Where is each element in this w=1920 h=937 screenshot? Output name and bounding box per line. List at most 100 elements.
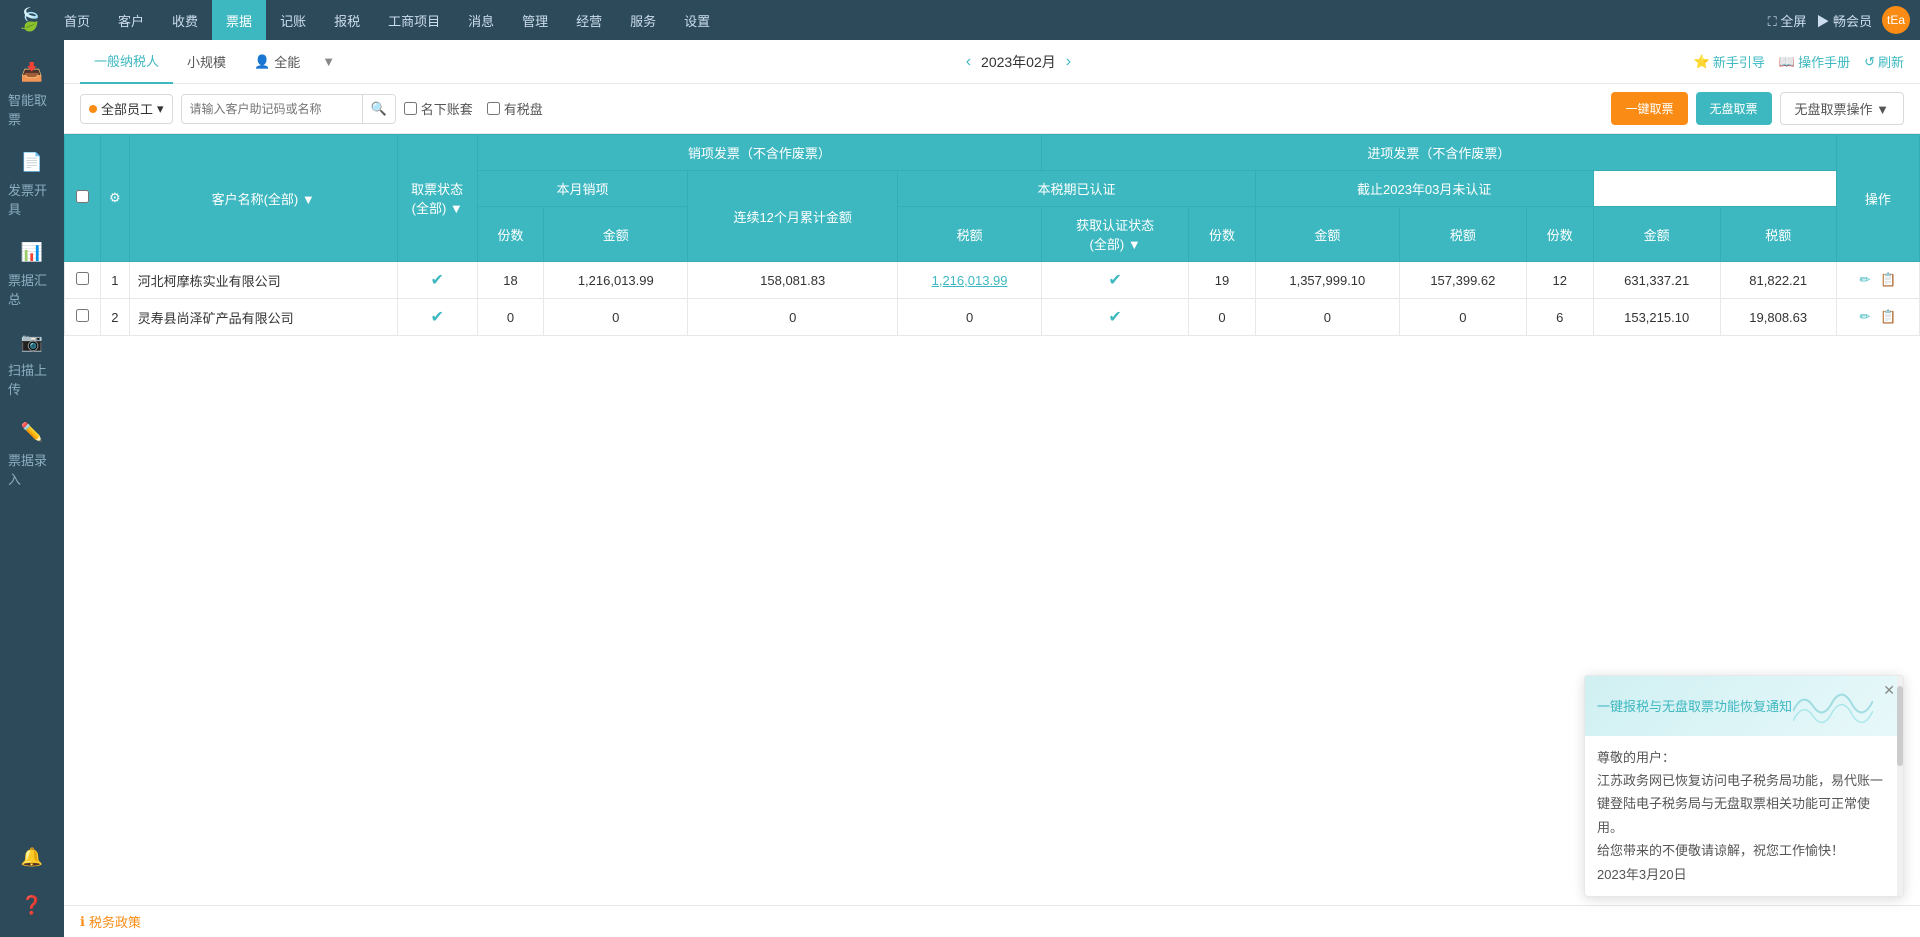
row-sales-count: 0 [477, 299, 544, 336]
employee-label: 全部员工 [101, 99, 153, 118]
sidebar-item-invoice-issue[interactable]: 📄 发票开具 [4, 140, 60, 226]
nav-invoice[interactable]: 票据 [212, 0, 266, 40]
invoice-entry-icon: ✏️ [18, 418, 46, 446]
checkbox-taxpad-input[interactable] [487, 102, 500, 115]
row-uncert-tax: 19,808.63 [1720, 299, 1836, 336]
tab-general-taxpayer[interactable]: 一般纳税人 [80, 40, 173, 84]
notification-header: 一键报税与无盘取票功能恢复通知 ✕ [1585, 676, 1903, 736]
notification-close-btn[interactable]: ✕ [1883, 682, 1895, 699]
fullscreen-btn[interactable]: ⛶ 全屏 [1768, 11, 1807, 30]
manual-btn[interactable]: 📖 操作手册 [1779, 52, 1850, 71]
row-sales-count: 18 [477, 262, 544, 299]
row-checkbox[interactable] [65, 262, 101, 299]
all-tab-icon: 👤 [254, 54, 270, 70]
nav-fee[interactable]: 收费 [158, 0, 212, 40]
nav-client[interactable]: 客户 [104, 0, 158, 40]
sidebar-item-scan-upload[interactable]: 📷 扫描上传 [4, 320, 60, 406]
sidebar-item-smart-ticket[interactable]: 📥 智能取票 [4, 50, 60, 136]
member-btn[interactable]: ▶ 畅会员 [1816, 11, 1872, 30]
col-uncert-header: 截止2023年03月未认证 [1255, 171, 1593, 207]
nav-home[interactable]: 首页 [50, 0, 104, 40]
row-checkbox[interactable] [65, 299, 101, 336]
ticket-check-icon: ✔ [430, 309, 443, 326]
sidebar-label-invoice-entry: 票据录入 [8, 450, 56, 488]
col-sales-tax: 税额 [898, 207, 1042, 262]
row-copy-btn[interactable]: 📋 [1880, 309, 1896, 324]
table-row: 1 河北柯摩栋实业有限公司 ✔ 18 1,216,013.99 158,081.… [65, 262, 1920, 299]
col-checkbox-header [65, 135, 101, 262]
notification-decoration [1793, 681, 1873, 731]
nav-service[interactable]: 服务 [616, 0, 670, 40]
row-edit-btn[interactable]: ✏ [1859, 309, 1870, 324]
nav-manage[interactable]: 管理 [508, 0, 562, 40]
search-input[interactable] [182, 102, 362, 116]
col-sales-count: 份数 [477, 207, 544, 262]
sidebar-item-help[interactable]: ❓ [4, 883, 60, 927]
avatar[interactable]: tEa [1882, 6, 1910, 34]
cert-check-icon: ✔ [1108, 309, 1121, 326]
nav-settings[interactable]: 设置 [670, 0, 724, 40]
row-sales-accum[interactable]: 1,216,013.99 [898, 262, 1042, 299]
no-disk-op-btn[interactable]: 无盘取票操作 ▼ [1780, 92, 1904, 125]
date-nav-container: ‹ 2023年02月 › [343, 52, 1694, 72]
checkbox-myaccount[interactable]: 名下账套 [404, 99, 473, 118]
notification-title: 一键报税与无盘取票功能恢复通知 [1597, 696, 1792, 715]
row-check-input[interactable] [76, 309, 89, 322]
notification-icon: 🔔 [18, 843, 46, 871]
tab-bar-right: ⭐ 新手引导 📖 操作手册 ↺ 刷新 [1694, 52, 1904, 71]
row-uncert-amount: 631,337.21 [1593, 262, 1720, 299]
col-cert-status[interactable]: 获取认证状态(全部) ▼ [1042, 207, 1189, 262]
date-prev-btn[interactable]: ‹ [966, 53, 971, 71]
one-key-ticket-btn[interactable]: 一键取票 [1611, 92, 1687, 125]
new-guide-btn[interactable]: ⭐ 新手引导 [1694, 52, 1765, 71]
tax-policy-link[interactable]: ℹ 税务政策 [80, 912, 141, 931]
col-ticket-status-header[interactable]: 取票状态(全部) ▼ [397, 135, 477, 262]
col-monthly-sales-header: 本月销项 [477, 171, 688, 207]
nav-business[interactable]: 经营 [562, 0, 616, 40]
row-edit-btn[interactable]: ✏ [1859, 272, 1870, 287]
row-sales-tax: 158,081.83 [688, 262, 898, 299]
notification-scrollbar-handle[interactable] [1897, 686, 1903, 766]
sidebar-item-invoice-summary[interactable]: 📊 票据汇总 [4, 230, 60, 316]
checkbox-group: 名下账套 有税盘 [404, 99, 543, 118]
no-disk-op-label: 无盘取票操作 ▼ [1795, 99, 1889, 118]
top-nav-right: ⛶ 全屏 ▶ 畅会员 tEa [1768, 6, 1910, 34]
col-settings-header: ⚙ [101, 135, 130, 262]
accum-link[interactable]: 1,216,013.99 [932, 273, 1008, 288]
row-name: 灵寿县尚泽矿产品有限公司 [129, 299, 397, 336]
sidebar-item-notification[interactable]: 🔔 [4, 835, 60, 879]
invoice-issue-icon: 📄 [18, 148, 46, 176]
tab-all[interactable]: 👤 全能 [240, 40, 314, 84]
tab-small-scale[interactable]: 小规模 [173, 40, 240, 84]
nav-bookkeeping[interactable]: 记账 [266, 0, 320, 40]
row-cert-tax: 0 [1399, 299, 1526, 336]
tab-more-btn[interactable]: ▼ [314, 50, 343, 73]
checkbox-taxpad[interactable]: 有税盘 [487, 99, 543, 118]
sidebar-item-invoice-entry[interactable]: ✏️ 票据录入 [4, 410, 60, 496]
name-filter-icon: ▼ [302, 192, 315, 207]
col-uncert-tax: 税额 [1720, 207, 1836, 262]
tax-policy-label: 税务政策 [89, 912, 141, 931]
nav-message[interactable]: 消息 [454, 0, 508, 40]
nav-biz[interactable]: 工商项目 [374, 0, 454, 40]
checkbox-myaccount-input[interactable] [404, 102, 417, 115]
search-btn[interactable]: 🔍 [362, 94, 395, 124]
col-sales-amount: 金额 [544, 207, 688, 262]
employee-select[interactable]: 全部员工 ▾ [80, 94, 173, 124]
select-all-checkbox[interactable] [76, 190, 89, 203]
refresh-btn[interactable]: ↺ 刷新 [1864, 52, 1904, 71]
date-next-btn[interactable]: › [1066, 53, 1071, 71]
col-accum-header: 连续12个月累计金额 [688, 171, 898, 262]
toolbar: 全部员工 ▾ 🔍 名下账套 有税盘 [64, 84, 1920, 134]
col-uncert-amount: 金额 [1593, 207, 1720, 262]
logo: 🍃 [10, 0, 50, 40]
notification-date: 2023年3月20日 [1597, 863, 1891, 886]
row-copy-btn[interactable]: 📋 [1880, 272, 1896, 287]
notification-apology: 给您带来的不便敬请谅解，祝您工作愉快！ [1597, 839, 1891, 862]
no-disk-ticket-btn[interactable]: 无盘取票 [1696, 92, 1772, 125]
row-sales-tax: 0 [688, 299, 898, 336]
row-check-input[interactable] [76, 272, 89, 285]
sidebar: 📥 智能取票 📄 发票开具 📊 票据汇总 📷 扫描上传 ✏️ 票据录入 🔔 ❓ [0, 40, 64, 937]
nav-tax[interactable]: 报税 [320, 0, 374, 40]
col-name-header[interactable]: 客户名称(全部) ▼ [129, 135, 397, 262]
